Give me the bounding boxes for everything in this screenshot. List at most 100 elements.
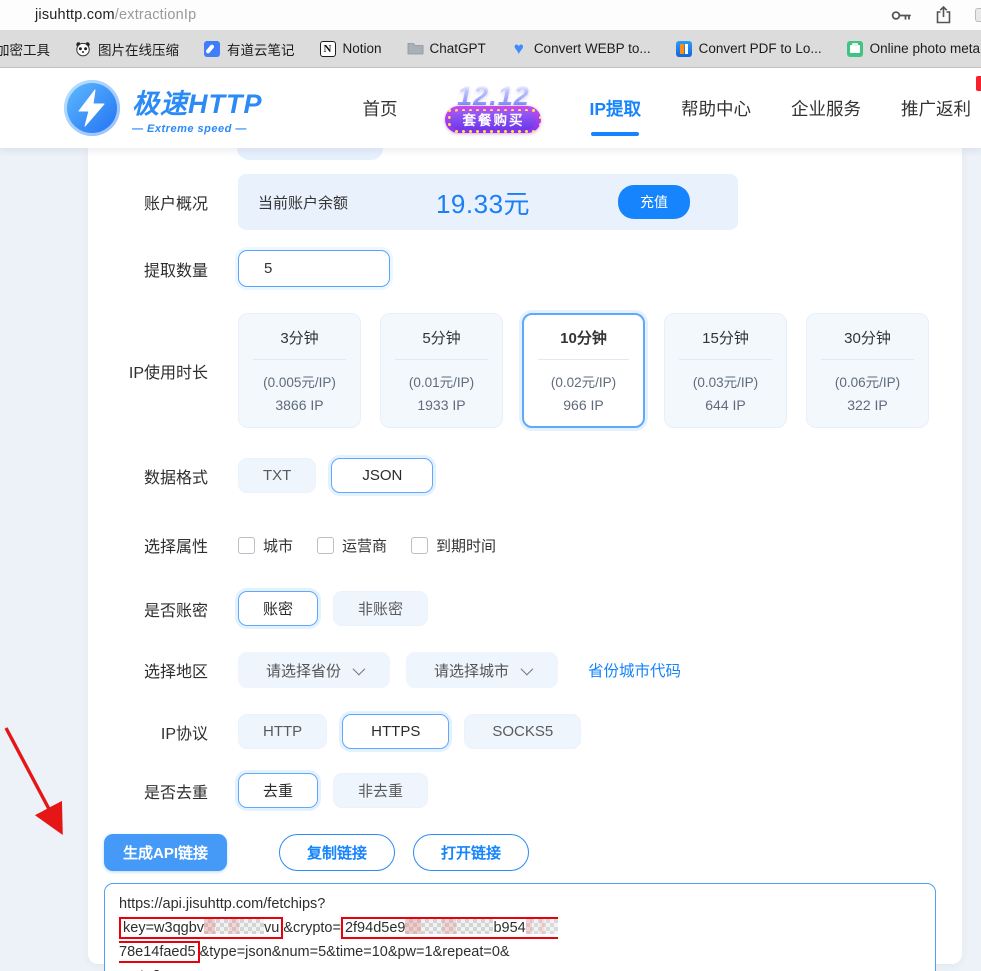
attribute-checkbox-city[interactable]: 城市: [238, 535, 293, 556]
dedupe-option-no[interactable]: 非去重: [333, 773, 429, 808]
key-redaction-annotation: key=w3qgbv vu: [119, 917, 284, 939]
red-arrow-annotation: [4, 727, 63, 836]
nav-item-help-center[interactable]: 帮助中心: [681, 96, 751, 121]
bookmark-item[interactable]: Online photo meta...: [846, 40, 981, 57]
protocol-option-socks5[interactable]: SOCKS5: [464, 714, 582, 749]
heart-icon: ♥: [513, 38, 524, 58]
main-nav: 首页 12.12 套餐购买 IP提取 帮助中心 企业服务 推广返利: [362, 83, 981, 133]
address-bar[interactable]: jisuhttp.com/extractionIp: [35, 7, 196, 23]
api-url-line2: key=w3qgbv vu &crypto= 2f94d5e9 b95478e14fae…: [119, 916, 921, 964]
bookmark-item[interactable]: N Notion: [319, 40, 382, 57]
auth-option-with-password[interactable]: 账密: [238, 591, 319, 626]
actions-row: 生成API链接 复制链接 打开链接: [104, 834, 946, 871]
city-select[interactable]: 请选择城市: [406, 652, 558, 688]
browser-toolbar: jisuhttp.com/extractionIp: [0, 0, 981, 30]
duration-row: IP使用时长 3分钟 (0.005元/IP) 3866 IP 5分钟 (0.01…: [104, 313, 946, 428]
attribute-checkbox-expiry[interactable]: 到期时间: [411, 535, 496, 556]
site-header: 极速HTTP — Extreme speed — 首页 12.12 套餐购买 I…: [0, 68, 981, 148]
folder-icon: [407, 41, 423, 57]
nav-item-home[interactable]: 首页: [362, 96, 397, 121]
balance-value: 19.33元: [435, 188, 531, 219]
bookmark-label: 加密工具: [0, 42, 50, 58]
account-label: 账户概况: [143, 196, 208, 213]
bookmark-label: Online photo meta...: [869, 41, 981, 56]
redacted-key-mosaic: [204, 919, 265, 934]
protocol-option-http[interactable]: HTTP: [238, 714, 328, 749]
nav-item-referral[interactable]: 推广返利: [901, 96, 971, 121]
generate-api-link-button[interactable]: 生成API链接: [104, 834, 228, 871]
auth-option-without-password[interactable]: 非账密: [333, 591, 429, 626]
api-url-textarea[interactable]: https://api.jisuhttp.com/fetchips? key=w…: [104, 883, 936, 971]
bookmark-label: 图片在线压缩: [98, 42, 179, 58]
extraction-form-card: 账户概况 当前账户余额 19.33元 充值 提取数量 IP使用时长 3分钟: [88, 148, 962, 971]
notion-icon: N: [319, 40, 336, 57]
duration-option-15min[interactable]: 15分钟 (0.03元/IP) 644 IP: [664, 313, 787, 428]
attributes-row: 选择属性 城市 运营商 到期时间: [104, 533, 946, 557]
balance-label: 当前账户余额: [258, 194, 349, 212]
bookmark-label: Notion: [342, 41, 382, 56]
auth-row: 是否账密 账密 非账密: [104, 591, 946, 626]
quantity-input[interactable]: [238, 250, 390, 287]
logo-lightning-icon: [64, 80, 120, 136]
chevron-down-icon: [520, 662, 534, 675]
logo-subtitle: — Extreme speed —: [132, 122, 247, 135]
promo-pill: 套餐购买: [445, 106, 541, 133]
api-url-line3: port=2: [119, 964, 921, 971]
nav-red-badge: [976, 76, 981, 91]
attribute-checkbox-isp[interactable]: 运营商: [317, 535, 387, 556]
dedupe-option-yes[interactable]: 去重: [238, 773, 319, 808]
checkbox-icon[interactable]: [238, 536, 255, 554]
bookmark-item[interactable]: ChatGPT: [407, 41, 486, 57]
copy-link-button[interactable]: 复制链接: [279, 834, 396, 871]
protocol-row: IP协议 HTTP HTTPS SOCKS5: [104, 714, 946, 749]
bookmark-item[interactable]: Convert PDF to Lo...: [675, 40, 822, 57]
password-key-icon[interactable]: [891, 9, 912, 22]
format-row: 数据格式 TXT JSON: [104, 458, 946, 493]
region-row: 选择地区 请选择省份 请选择城市 省份城市代码: [104, 652, 946, 688]
checkbox-icon[interactable]: [317, 536, 335, 554]
recharge-button[interactable]: 充值: [618, 185, 690, 219]
bookmark-label: ChatGPT: [429, 41, 486, 56]
bookmark-label: Convert PDF to Lo...: [698, 41, 822, 56]
nav-item-enterprise[interactable]: 企业服务: [791, 96, 861, 121]
province-select[interactable]: 请选择省份: [238, 652, 390, 688]
nav-item-ip-extract[interactable]: IP提取: [589, 96, 641, 121]
bookmark-item[interactable]: ♥ Convert WEBP to...: [511, 38, 651, 58]
region-label: 选择地区: [143, 664, 208, 681]
cut-off-toolbar-icon[interactable]: [975, 8, 981, 22]
bookmark-item[interactable]: 有道云笔记: [204, 39, 295, 59]
youdao-note-icon: [204, 40, 220, 57]
checkbox-icon[interactable]: [411, 536, 429, 554]
province-city-code-link[interactable]: 省份城市代码: [588, 659, 681, 681]
protocol-label: IP协议: [160, 725, 208, 743]
promo-1212-badge[interactable]: 12.12 套餐购买: [437, 83, 549, 133]
format-option-txt[interactable]: TXT: [238, 458, 317, 493]
duration-option-30min[interactable]: 30分钟 (0.06元/IP) 322 IP: [806, 313, 929, 428]
site-logo[interactable]: 极速HTTP — Extreme speed —: [64, 80, 263, 136]
duration-option-3min[interactable]: 3分钟 (0.005元/IP) 3866 IP: [238, 313, 361, 428]
pdf-converter-icon: [675, 40, 692, 57]
bookmark-label: Convert WEBP to...: [533, 41, 651, 56]
redacted-crypto-mosaic-small: [525, 919, 558, 934]
format-label: 数据格式: [143, 469, 208, 487]
quantity-label: 提取数量: [143, 262, 208, 280]
account-row: 账户概况 当前账户余额 19.33元 充值: [104, 174, 946, 230]
panda-icon: [75, 41, 91, 57]
open-link-button[interactable]: 打开链接: [413, 834, 530, 871]
bookmark-item[interactable]: 加密工具: [0, 39, 50, 59]
auth-label: 是否账密: [143, 602, 208, 620]
duration-option-5min[interactable]: 5分钟 (0.01元/IP) 1933 IP: [380, 313, 503, 428]
promo-pill-label: 套餐购买: [450, 111, 537, 130]
dedupe-row: 是否去重 去重 非去重: [104, 773, 946, 808]
api-url-line1: https://api.jisuhttp.com/fetchips?: [119, 896, 326, 912]
format-option-json[interactable]: JSON: [331, 458, 434, 493]
redacted-crypto-mosaic: [405, 919, 494, 934]
balance-box: 当前账户余额 19.33元 充值: [238, 174, 738, 230]
bookmarks-bar: 加密工具 图片在线压缩 有道云笔记 N Notion ChatGPT ♥ Con…: [0, 30, 981, 68]
share-icon[interactable]: [936, 6, 951, 24]
duration-option-10min[interactable]: 10分钟 (0.02元/IP) 966 IP: [522, 313, 645, 428]
logo-title: 极速HTTP: [132, 88, 263, 119]
protocol-option-https[interactable]: HTTPS: [342, 714, 450, 749]
bookmark-item[interactable]: 图片在线压缩: [75, 39, 179, 59]
photo-meta-icon: [846, 40, 863, 57]
